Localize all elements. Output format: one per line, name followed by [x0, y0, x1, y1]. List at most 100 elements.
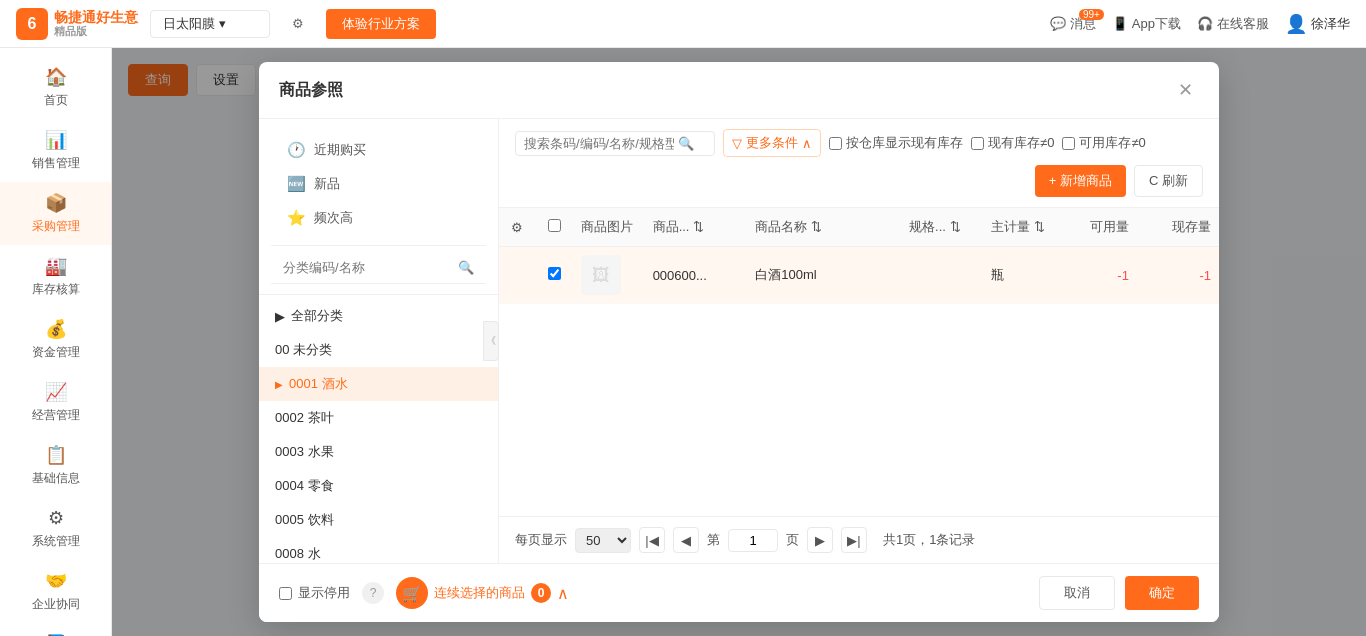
per-page-select[interactable]: 50 100 200	[575, 528, 631, 553]
cat-item-uncategorized[interactable]: 00 未分类	[259, 333, 498, 367]
quick-item-frequent[interactable]: ⭐ 频次高	[271, 201, 486, 235]
last-page-icon: ▶|	[847, 533, 860, 548]
last-page-button[interactable]: ▶|	[841, 527, 867, 553]
sidebar-item-basic[interactable]: 📋 基础信息	[0, 434, 111, 497]
row-checkbox[interactable]	[548, 267, 561, 280]
sidebar-item-finance[interactable]: 💰 资金管理	[0, 308, 111, 371]
user-item[interactable]: 👤 徐泽华	[1285, 13, 1350, 35]
th-unit[interactable]: 主计量 ⇅	[983, 208, 1055, 247]
cat-item-drinks[interactable]: 0005 饮料	[259, 503, 498, 537]
cat-item-liquor[interactable]: ▶ 0001 酒水	[259, 367, 498, 401]
purchase-icon: 📦	[45, 192, 67, 214]
sidebar-item-management[interactable]: 📈 经营管理	[0, 371, 111, 434]
first-page-button[interactable]: |◀	[639, 527, 665, 553]
prev-page-icon: ◀	[681, 533, 691, 548]
collapse-icon: 《	[486, 334, 496, 348]
modal-title: 商品参照	[279, 80, 343, 101]
divider	[271, 245, 486, 246]
product-table: ⚙ 商品图片 商品...	[499, 208, 1219, 304]
product-search-input[interactable]	[524, 136, 674, 151]
available-nonzero-checkbox-label[interactable]: 可用库存≠0	[1062, 134, 1145, 152]
top-right-area: 💬 消息 99+ 📱 App下载 🎧 在线客服 👤 徐泽华	[1050, 13, 1350, 35]
quick-items: 🕐 近期购买 🆕 新品 ⭐ 频次高	[271, 129, 486, 239]
collapse-panel-button[interactable]: 《	[483, 321, 499, 361]
cart-icon[interactable]: 🛒	[396, 577, 428, 609]
cart-label: 连续选择的商品	[434, 584, 525, 602]
stock-nonzero-checkbox[interactable]	[971, 137, 984, 150]
cancel-button[interactable]: 取消	[1039, 576, 1115, 610]
sidebar-item-system[interactable]: ⚙ 系统管理	[0, 497, 111, 560]
collapse-cart-icon[interactable]: ∧	[557, 584, 569, 603]
expand-icon-liquor: ▶	[275, 379, 283, 390]
add-product-button[interactable]: + 新增商品	[1035, 165, 1126, 197]
warehouse-checkbox-label[interactable]: 按仓库显示现有库存	[829, 134, 963, 152]
inventory-icon: 🏭	[45, 255, 67, 277]
sidebar-item-purchase[interactable]: 📦 采购管理	[0, 182, 111, 245]
sidebar-label-management: 经营管理	[32, 407, 80, 424]
more-filter-button[interactable]: ▽ 更多条件 ∧	[723, 129, 821, 157]
stock-nonzero-checkbox-label[interactable]: 现有库存≠0	[971, 134, 1054, 152]
modal-footer: 显示停用 ? 🛒 连续选择的商品 0 ∧ 取消 确定	[259, 563, 1219, 622]
logo: 6 畅捷通好生意 精品版	[16, 8, 138, 40]
cat-item-snack[interactable]: 0004 零食	[259, 469, 498, 503]
store-selector[interactable]: 日太阳膜 ▾	[150, 10, 270, 38]
td-checkbox[interactable]	[536, 247, 573, 304]
page-label: 第	[707, 531, 720, 549]
confirm-button[interactable]: 确定	[1125, 576, 1199, 610]
th-image: 商品图片	[573, 208, 645, 247]
th-code[interactable]: 商品... ⇅	[645, 208, 748, 247]
sort-icon-code: ⇅	[693, 219, 704, 234]
cat-label-uncategorized: 00 未分类	[275, 341, 332, 359]
th-settings[interactable]: ⚙	[499, 208, 536, 247]
sidebar-item-inventory[interactable]: 🏭 库存核算	[0, 245, 111, 308]
page-suffix: 页	[786, 531, 799, 549]
prev-page-button[interactable]: ◀	[673, 527, 699, 553]
category-search-input[interactable]	[283, 260, 452, 275]
show-disabled-label[interactable]: 显示停用	[279, 584, 350, 602]
footer-right: 取消 确定	[1039, 576, 1199, 610]
cat-label-liquor: 0001 酒水	[289, 375, 348, 393]
th-image-label: 商品图片	[581, 219, 633, 234]
app-download-label: App下载	[1132, 15, 1181, 33]
select-all-checkbox[interactable]	[548, 219, 561, 232]
sidebar-item-home[interactable]: 🏠 首页	[0, 56, 111, 119]
next-page-button[interactable]: ▶	[807, 527, 833, 553]
table-row[interactable]: 🖼 000600... 白酒100ml 瓶 -1 -1	[499, 247, 1219, 304]
app-download-item[interactable]: 📱 App下载	[1112, 15, 1181, 33]
available-nonzero-checkbox[interactable]	[1062, 137, 1075, 150]
td-stock: -1	[1137, 247, 1219, 304]
warehouse-checkbox[interactable]	[829, 137, 842, 150]
experience-button[interactable]: 体验行业方案	[326, 9, 436, 39]
quick-item-new[interactable]: 🆕 新品	[271, 167, 486, 201]
sort-icon-unit: ⇅	[1034, 219, 1045, 234]
message-item[interactable]: 💬 消息 99+	[1050, 15, 1096, 33]
th-available-label: 可用量	[1090, 219, 1129, 234]
search-icon[interactable]: 🔍	[678, 136, 694, 151]
cat-item-fruit[interactable]: 0003 水果	[259, 435, 498, 469]
modal-overlay: 商品参照 ✕ 🕐 近期购买	[112, 48, 1366, 636]
cat-item-all[interactable]: ▶ 全部分类	[259, 299, 498, 333]
sidebar-item-sales[interactable]: 📊 销售管理	[0, 119, 111, 182]
category-search-icon[interactable]: 🔍	[458, 260, 474, 275]
show-disabled-checkbox[interactable]	[279, 587, 292, 600]
home-icon: 🏠	[45, 66, 67, 88]
cat-item-water[interactable]: 0008 水	[259, 537, 498, 563]
quick-item-recent[interactable]: 🕐 近期购买	[271, 133, 486, 167]
td-unit: 瓶	[983, 247, 1055, 304]
modal-header: 商品参照 ✕	[259, 62, 1219, 119]
quick-item-recent-label: 近期购买	[314, 141, 366, 159]
sidebar-item-coop[interactable]: 🤝 企业协同	[0, 560, 111, 623]
th-spec[interactable]: 规格... ⇅	[901, 208, 983, 247]
refresh-button[interactable]: C 刷新	[1134, 165, 1203, 197]
avatar: 👤	[1285, 13, 1307, 35]
td-available: -1	[1055, 247, 1137, 304]
th-name[interactable]: 商品名称 ⇅	[747, 208, 901, 247]
sidebar-item-guide[interactable]: 📘 新手引导	[0, 623, 111, 636]
page-number-input[interactable]	[728, 529, 778, 552]
available-nonzero-text: 可用库存≠0	[1079, 134, 1145, 152]
online-service-item[interactable]: 🎧 在线客服	[1197, 15, 1269, 33]
settings-icon[interactable]: ⚙	[282, 8, 314, 40]
modal-close-button[interactable]: ✕	[1171, 76, 1199, 104]
cat-item-tea[interactable]: 0002 茶叶	[259, 401, 498, 435]
help-icon[interactable]: ?	[362, 582, 384, 604]
